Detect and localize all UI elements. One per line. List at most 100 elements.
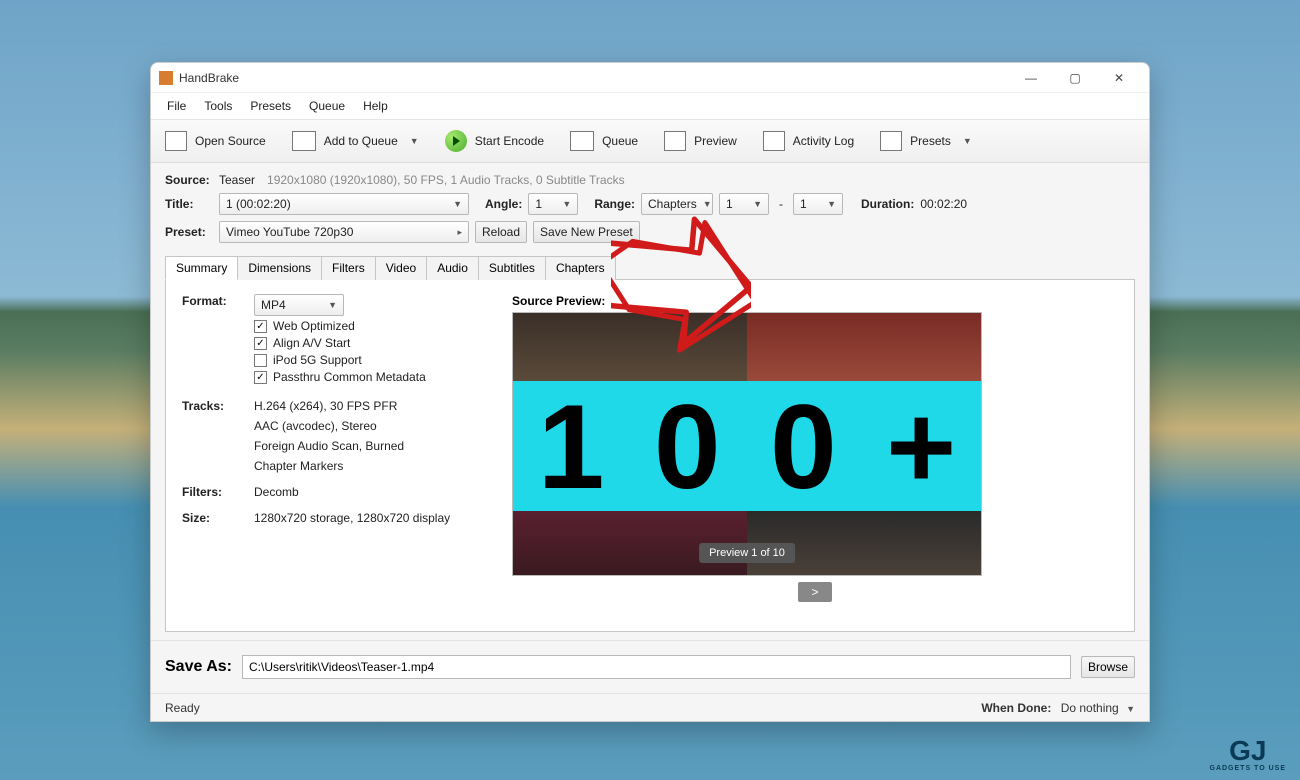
presets-button[interactable]: Presets ▼ (874, 127, 978, 155)
menu-file[interactable]: File (159, 95, 194, 117)
start-encode-label: Start Encode (475, 134, 544, 148)
statusbar: Ready When Done: Do nothing ▼ (151, 693, 1149, 721)
title-label: Title: (165, 197, 213, 211)
chevron-down-icon: ▼ (827, 199, 836, 209)
range-dash: - (775, 197, 787, 211)
log-icon (763, 131, 785, 151)
menubar: File Tools Presets Queue Help (151, 93, 1149, 119)
minimize-button[interactable]: — (1009, 63, 1053, 93)
tab-video[interactable]: Video (375, 256, 427, 280)
watermark-logo: GJ (1229, 737, 1266, 765)
web-optimized-label: Web Optimized (273, 319, 355, 333)
preview-next-button[interactable]: > (798, 582, 832, 602)
passthru-meta-label: Passthru Common Metadata (273, 370, 426, 384)
maximize-button[interactable]: ▢ (1053, 63, 1097, 93)
presets-icon (880, 131, 902, 151)
source-preview: 100+ Preview 1 of 10 (512, 312, 982, 576)
queue-icon (570, 131, 594, 151)
format-select[interactable]: MP4 ▼ (254, 294, 344, 316)
duration-value: 00:02:20 (920, 197, 967, 211)
reload-button[interactable]: Reload (475, 221, 527, 243)
open-source-button[interactable]: Open Source (159, 127, 272, 155)
format-label: Format: (182, 294, 254, 387)
preview-button[interactable]: Preview (658, 127, 743, 155)
title-row: Title: 1 (00:02:20) ▼ Angle: 1 ▼ Range: … (165, 193, 1135, 215)
web-optimized-checkbox[interactable]: ✓Web Optimized (254, 319, 492, 333)
presets-label: Presets (910, 134, 951, 148)
align-av-checkbox[interactable]: ✓Align A/V Start (254, 336, 492, 350)
ipod-5g-checkbox[interactable]: iPod 5G Support (254, 353, 492, 367)
tab-subtitles[interactable]: Subtitles (478, 256, 546, 280)
filters-value: Decomb (254, 485, 492, 499)
film-icon (165, 131, 187, 151)
size-label: Size: (182, 511, 254, 525)
range-from-value: 1 (726, 197, 747, 211)
tabs: Summary Dimensions Filters Video Audio S… (165, 255, 1135, 279)
preview-label: Preview (694, 134, 737, 148)
toolbar: Open Source Add to Queue ▼ Start Encode … (151, 119, 1149, 163)
save-as-row: Save As: Browse (151, 640, 1149, 693)
passthru-meta-checkbox[interactable]: ✓Passthru Common Metadata (254, 370, 492, 384)
preset-value: Vimeo YouTube 720p30 (226, 225, 451, 239)
preset-row: Preset: Vimeo YouTube 720p30 ▸ Reload Sa… (165, 221, 1135, 243)
chevron-right-icon: ▸ (457, 227, 462, 238)
tab-audio[interactable]: Audio (426, 256, 479, 280)
tab-dimensions[interactable]: Dimensions (237, 256, 322, 280)
chevron-down-icon: ▼ (410, 136, 419, 146)
source-row: Source: Teaser 1920x1080 (1920x1080), 50… (165, 173, 1135, 187)
title-select[interactable]: 1 (00:02:20) ▼ (219, 193, 469, 215)
watermark: GJ GADGETS TO USE (1210, 737, 1287, 772)
tab-filters[interactable]: Filters (321, 256, 376, 280)
menu-presets[interactable]: Presets (242, 95, 299, 117)
add-to-queue-button[interactable]: Add to Queue ▼ (286, 127, 425, 155)
range-type-value: Chapters (648, 197, 697, 211)
menu-queue[interactable]: Queue (301, 95, 353, 117)
preset-select[interactable]: Vimeo YouTube 720p30 ▸ (219, 221, 469, 243)
start-encode-button[interactable]: Start Encode (439, 126, 550, 156)
range-type-select[interactable]: Chapters ▼ (641, 193, 713, 215)
activity-log-button[interactable]: Activity Log (757, 127, 860, 155)
when-done-select[interactable]: Do nothing ▼ (1061, 701, 1135, 715)
angle-label: Angle: (485, 197, 522, 211)
ipod-5g-label: iPod 5G Support (273, 353, 362, 367)
chevron-down-icon: ▼ (328, 300, 337, 310)
save-new-preset-button[interactable]: Save New Preset (533, 221, 640, 243)
add-to-queue-label: Add to Queue (324, 134, 398, 148)
app-icon (159, 71, 173, 85)
range-label: Range: (594, 197, 635, 211)
tracks-line-1: AAC (avcodec), Stereo (254, 419, 492, 433)
queue-button[interactable]: Queue (564, 127, 644, 155)
source-preview-label: Source Preview: (512, 294, 1118, 308)
window-title: HandBrake (179, 71, 239, 85)
status-left: Ready (165, 701, 200, 715)
tracks-line-2: Foreign Audio Scan, Burned (254, 439, 492, 453)
watermark-sub: GADGETS TO USE (1210, 765, 1287, 772)
chevron-down-icon: ▼ (703, 199, 712, 209)
tracks-line-3: Chapter Markers (254, 459, 492, 473)
tabpanel-summary: Format: MP4 ▼ ✓Web Optimized ✓Align A/V … (165, 279, 1135, 632)
save-as-input[interactable] (242, 655, 1071, 679)
duration-label: Duration: (861, 197, 914, 211)
close-button[interactable]: ✕ (1097, 63, 1141, 93)
chevron-down-icon: ▼ (753, 199, 762, 209)
range-to-select[interactable]: 1 ▼ (793, 193, 843, 215)
source-label: Source: (165, 173, 213, 187)
summary-left: Format: MP4 ▼ ✓Web Optimized ✓Align A/V … (182, 294, 492, 617)
format-value: MP4 (261, 298, 322, 312)
tab-summary[interactable]: Summary (165, 256, 238, 280)
title-value: 1 (00:02:20) (226, 197, 447, 211)
tab-chapters[interactable]: Chapters (545, 256, 616, 280)
when-done-label: When Done: (981, 701, 1051, 715)
menu-tools[interactable]: Tools (196, 95, 240, 117)
add-queue-icon (292, 131, 316, 151)
preview-overlay: 100+ (513, 381, 981, 513)
activity-log-label: Activity Log (793, 134, 854, 148)
browse-button[interactable]: Browse (1081, 656, 1135, 678)
angle-select[interactable]: 1 ▼ (528, 193, 578, 215)
play-icon (445, 130, 467, 152)
chevron-down-icon: ▼ (562, 199, 571, 209)
menu-help[interactable]: Help (355, 95, 396, 117)
filters-label: Filters: (182, 485, 254, 499)
app-window: HandBrake — ▢ ✕ File Tools Presets Queue… (150, 62, 1150, 722)
range-from-select[interactable]: 1 ▼ (719, 193, 769, 215)
